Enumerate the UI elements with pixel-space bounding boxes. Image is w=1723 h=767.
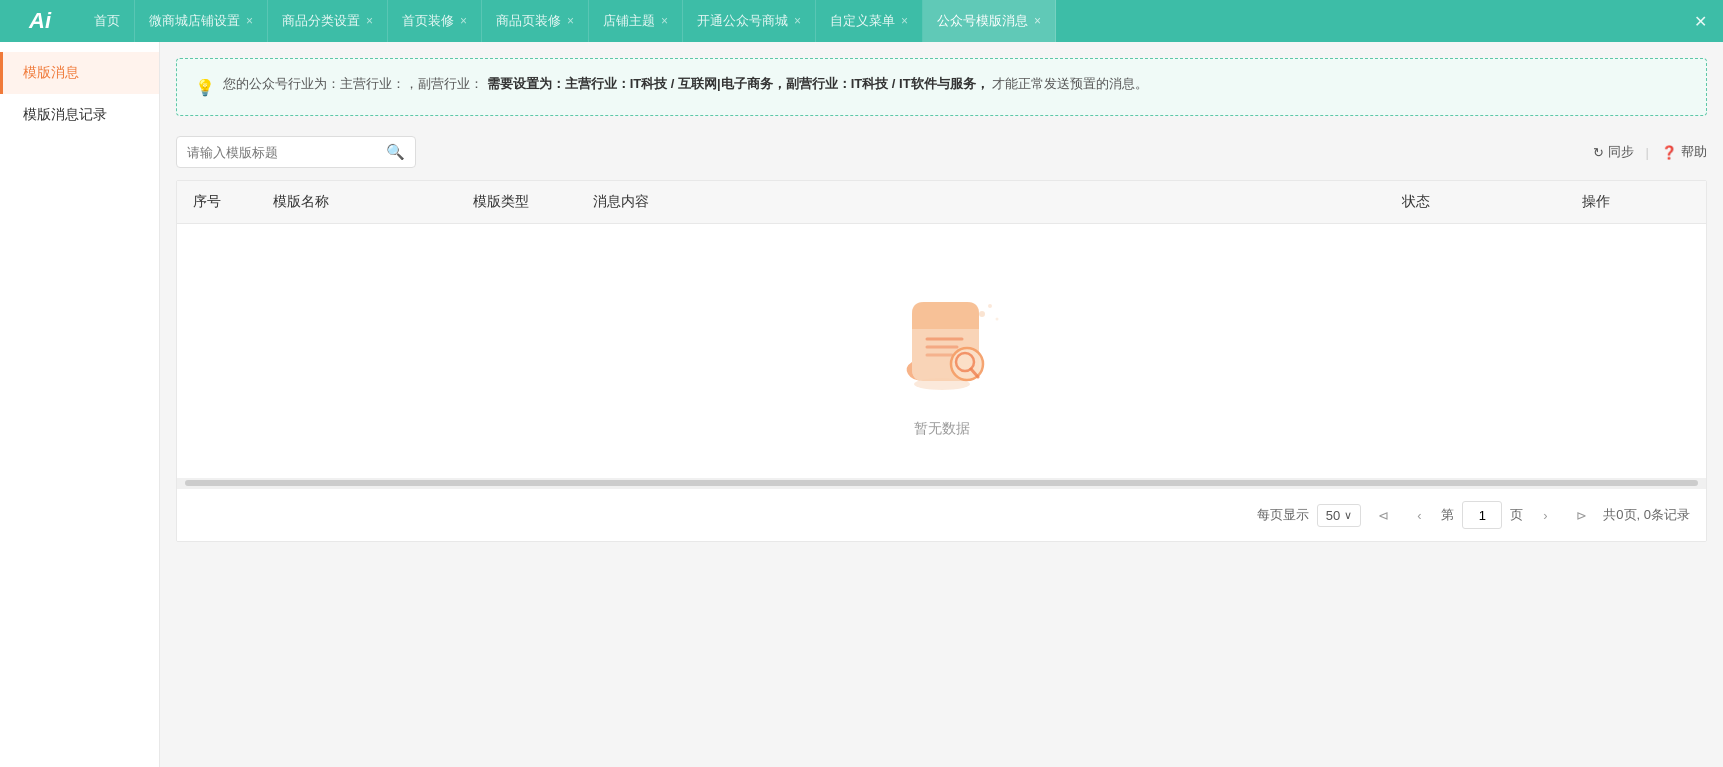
close-tab-product-decor[interactable]: × — [567, 14, 574, 28]
nav-tab-template-msg[interactable]: 公众号模版消息× — [923, 0, 1056, 42]
main-layout: 模版消息模版消息记录 💡 您的公众号行业为：主营行业：，副营行业： 需要设置为：… — [0, 42, 1723, 767]
pagination: 每页显示 50 ∨ ⊲ ‹ 第 页 › ⊳ 共0页, 0条记录 — [177, 488, 1706, 541]
sidebar-item-template-log[interactable]: 模版消息记录 — [0, 94, 159, 136]
toolbar-divider: | — [1646, 145, 1649, 160]
first-page-button[interactable]: ⊲ — [1369, 501, 1397, 529]
toolbar-right: ↻ 同步 | ❓ 帮助 — [1593, 143, 1707, 161]
close-tab-category-settings[interactable]: × — [366, 14, 373, 28]
app-logo: Ai — [0, 0, 80, 42]
total-label: 共0页, 0条记录 — [1603, 506, 1690, 524]
table-header: 序号模版名称模版类型消息内容状态操作 — [177, 181, 1706, 224]
help-icon: ❓ — [1661, 145, 1677, 160]
close-all-button[interactable]: ✕ — [1678, 0, 1723, 42]
info-banner: 💡 您的公众号行业为：主营行业：，副营行业： 需要设置为：主营行业：IT科技 /… — [176, 58, 1707, 116]
main-content: 💡 您的公众号行业为：主营行业：，副营行业： 需要设置为：主营行业：IT科技 /… — [160, 42, 1723, 767]
prev-page-button[interactable]: ‹ — [1405, 501, 1433, 529]
page-size-select[interactable]: 50 ∨ — [1317, 504, 1361, 527]
sidebar-item-template-msg[interactable]: 模版消息 — [0, 52, 159, 94]
page-unit-label: 页 — [1510, 506, 1523, 524]
nav-tabs: 首页微商城店铺设置×商品分类设置×首页装修×商品页装修×店铺主题×开通公众号商城… — [80, 0, 1678, 42]
next-page-button[interactable]: › — [1531, 501, 1559, 529]
sync-icon: ↻ — [1593, 145, 1604, 160]
col-header-type: 模版类型 — [457, 181, 577, 223]
nav-tab-custom-menu[interactable]: 自定义菜单× — [816, 0, 923, 42]
search-input[interactable] — [177, 139, 376, 166]
page-size-value: 50 — [1326, 508, 1340, 523]
di-label: 第 — [1441, 506, 1454, 524]
page-size-label: 每页显示 — [1257, 506, 1309, 524]
nav-tab-shop-settings[interactable]: 微商城店铺设置× — [135, 0, 268, 42]
nav-tab-home[interactable]: 首页 — [80, 0, 135, 42]
sidebar: 模版消息模版消息记录 — [0, 42, 160, 767]
scrollbar-thumb[interactable] — [185, 480, 1698, 486]
nav-tab-category-settings[interactable]: 商品分类设置× — [268, 0, 388, 42]
top-nav: Ai 首页微商城店铺设置×商品分类设置×首页装修×商品页装修×店铺主题×开通公众… — [0, 0, 1723, 42]
close-tab-shop-settings[interactable]: × — [246, 14, 253, 28]
sync-label: 同步 — [1608, 143, 1634, 161]
svg-point-7 — [979, 311, 985, 317]
nav-tab-product-decor[interactable]: 商品页装修× — [482, 0, 589, 42]
empty-icon — [882, 284, 1002, 404]
empty-text: 暂无数据 — [914, 420, 970, 438]
col-header-action: 操作 — [1566, 181, 1706, 223]
close-tab-template-msg[interactable]: × — [1034, 14, 1041, 28]
svg-point-9 — [995, 318, 998, 321]
data-table: 序号模版名称模版类型消息内容状态操作 — [176, 180, 1707, 542]
help-button[interactable]: ❓ 帮助 — [1661, 143, 1707, 161]
empty-state: 暂无数据 — [177, 224, 1706, 478]
col-header-content: 消息内容 — [577, 181, 1386, 223]
col-header-name: 模版名称 — [257, 181, 457, 223]
close-tab-home-decor[interactable]: × — [460, 14, 467, 28]
search-box: 🔍 — [176, 136, 416, 168]
nav-tab-shop-theme[interactable]: 店铺主题× — [589, 0, 683, 42]
close-tab-custom-menu[interactable]: × — [901, 14, 908, 28]
bulb-icon: 💡 — [195, 74, 215, 101]
last-page-button[interactable]: ⊳ — [1567, 501, 1595, 529]
col-header-index: 序号 — [177, 181, 257, 223]
banner-text: 您的公众号行业为：主营行业：，副营行业： 需要设置为：主营行业：IT科技 / 互… — [223, 73, 1148, 95]
sync-button[interactable]: ↻ 同步 — [1593, 143, 1634, 161]
close-tab-shop-theme[interactable]: × — [661, 14, 668, 28]
nav-tab-home-decor[interactable]: 首页装修× — [388, 0, 482, 42]
close-tab-open-mall[interactable]: × — [794, 14, 801, 28]
page-number-input[interactable] — [1462, 501, 1502, 529]
svg-point-8 — [988, 304, 992, 308]
toolbar: 🔍 ↻ 同步 | ❓ 帮助 — [176, 136, 1707, 168]
col-header-status: 状态 — [1386, 181, 1566, 223]
help-label: 帮助 — [1681, 143, 1707, 161]
nav-tab-open-mall[interactable]: 开通公众号商城× — [683, 0, 816, 42]
chevron-down-icon: ∨ — [1344, 509, 1352, 522]
search-button[interactable]: 🔍 — [376, 137, 415, 167]
banner-highlight: 需要设置为：主营行业：IT科技 / 互联网|电子商务，副营行业：IT科技 / I… — [487, 76, 989, 91]
horizontal-scrollbar[interactable] — [177, 478, 1706, 488]
